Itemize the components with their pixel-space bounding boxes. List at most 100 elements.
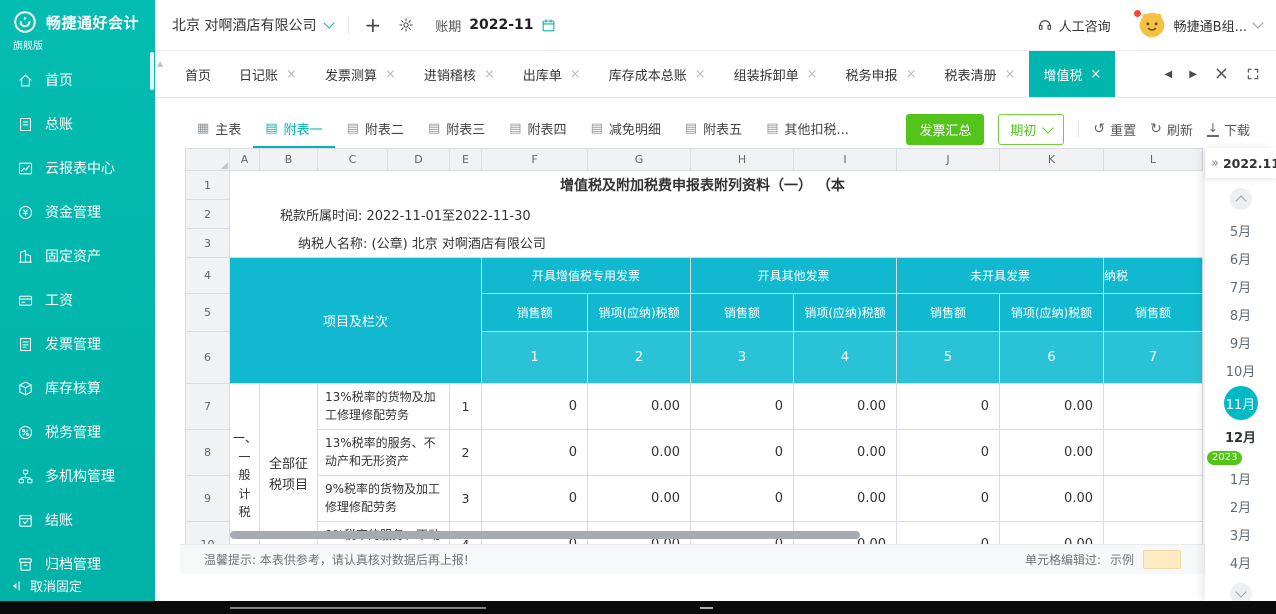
header-group-cell[interactable]: 未开具发票 xyxy=(896,257,1104,294)
header-sub-cell[interactable]: 销售额 xyxy=(481,293,588,332)
value-cell[interactable]: 0.00 xyxy=(999,383,1104,430)
value-cell[interactable] xyxy=(1103,383,1203,430)
add-account-button[interactable]: + xyxy=(364,15,381,35)
line-number-cell[interactable]: 3 xyxy=(449,475,482,522)
value-cell[interactable]: 0.00 xyxy=(999,521,1104,544)
category-cell[interactable]: 一、一般计税 xyxy=(229,383,260,544)
month-item[interactable]: 1月 xyxy=(1205,464,1276,492)
close-icon[interactable]: × xyxy=(1004,67,1015,82)
row-header[interactable]: 7 xyxy=(185,383,230,430)
value-cell[interactable]: 0 xyxy=(896,521,1000,544)
close-icon[interactable]: × xyxy=(570,67,581,82)
sidebar-item-salary[interactable]: 工资 xyxy=(0,278,155,322)
value-cell[interactable]: 0.00 xyxy=(793,429,897,476)
col-header[interactable]: A xyxy=(229,148,260,171)
header-group-cell[interactable]: 纳税 xyxy=(1103,257,1203,294)
row-header[interactable]: 5 xyxy=(185,293,230,332)
col-header[interactable]: C xyxy=(317,148,388,171)
value-cell[interactable]: 0.00 xyxy=(587,383,691,430)
unpin-sidebar-button[interactable]: 取消固定 xyxy=(10,576,82,595)
subtab-main-sheet[interactable]: ▦ 主表 xyxy=(185,110,253,148)
col-header[interactable]: J xyxy=(896,148,1000,171)
row-header[interactable]: 9 xyxy=(185,475,230,522)
close-icon[interactable]: × xyxy=(695,67,706,82)
user-menu[interactable]: 畅捷通B组... xyxy=(1174,16,1264,35)
sidebar-item-funds[interactable]: 资金管理 xyxy=(0,190,155,234)
close-icon[interactable]: × xyxy=(385,67,396,82)
line-number-cell[interactable]: 1 xyxy=(449,383,482,430)
value-cell[interactable]: 0 xyxy=(896,475,1000,522)
close-icon[interactable]: × xyxy=(484,67,495,82)
month-item[interactable]: 5月 xyxy=(1205,216,1276,244)
header-colnum-cell[interactable]: 6 xyxy=(999,331,1104,384)
header-colnum-cell[interactable]: 5 xyxy=(896,331,1000,384)
subtab-schedule-3[interactable]: ▤ 附表三 xyxy=(416,110,497,148)
collapse-panel-icon[interactable]: » xyxy=(1211,156,1219,171)
tab-assembly-order[interactable]: 组装拆卸单 × xyxy=(720,51,832,97)
month-scroll-up[interactable] xyxy=(1229,188,1252,210)
item-name-cell[interactable]: 13%税率的服务、不动产和无形资产 xyxy=(317,429,450,476)
tab-tax-register[interactable]: 税表清册 × xyxy=(930,51,1029,97)
header-colnum-cell[interactable]: 4 xyxy=(793,331,897,384)
col-header[interactable]: L xyxy=(1103,148,1203,171)
value-cell[interactable] xyxy=(1103,429,1203,476)
header-sub-cell[interactable]: 销售额 xyxy=(1103,293,1203,332)
sidebar-item-tax[interactable]: 税务管理 xyxy=(0,410,155,454)
header-item-cell[interactable]: 项目及栏次 xyxy=(229,257,482,384)
refresh-button[interactable]: ↻ 刷新 xyxy=(1150,120,1193,139)
sidebar-item-ledger[interactable]: 总账 xyxy=(0,102,155,146)
period-value[interactable]: 2022-11 xyxy=(469,17,533,33)
download-button[interactable]: ↓ 下载 xyxy=(1206,120,1250,139)
tab-purchase-sale-audit[interactable]: 进销稽核 × xyxy=(410,51,509,97)
sheet-title-cell[interactable]: 增值税及附加税费申报表附列资料（一） （本 xyxy=(229,170,1203,200)
header-sub-cell[interactable]: 销项(应纳)税额 xyxy=(793,293,897,332)
tab-invoice-estimate[interactable]: 发票测算 × xyxy=(311,51,410,97)
subtab-other-deduction[interactable]: ▤ 其他扣税... xyxy=(754,110,861,148)
sidebar-item-invoices[interactable]: 发票管理 xyxy=(0,322,155,366)
col-header[interactable]: E xyxy=(449,148,482,171)
tab-outbound-order[interactable]: 出库单 × xyxy=(509,51,595,97)
value-cell[interactable]: 0.00 xyxy=(793,383,897,430)
month-item[interactable]: 7月 xyxy=(1205,272,1276,300)
subcategory-cell[interactable]: 全部征税项目 xyxy=(259,383,318,544)
header-group-cell[interactable]: 开具增值税专用发票 xyxy=(481,257,691,294)
close-icon[interactable]: × xyxy=(1090,67,1101,82)
month-item[interactable]: 12月 xyxy=(1205,422,1276,450)
reset-button[interactable]: ↺ 重置 xyxy=(1093,120,1136,139)
calendar-icon[interactable] xyxy=(541,18,556,33)
month-item[interactable]: 4月 xyxy=(1205,548,1276,576)
tab-home[interactable]: 首页 xyxy=(171,51,225,97)
row-header[interactable]: 2 xyxy=(185,199,230,229)
value-cell[interactable]: 0 xyxy=(481,383,588,430)
close-icon[interactable]: × xyxy=(807,67,818,82)
month-item[interactable]: 9月 xyxy=(1205,328,1276,356)
tab-scroll-left-icon[interactable]: ◀ xyxy=(1165,69,1173,80)
header-colnum-cell[interactable]: 7 xyxy=(1103,331,1203,384)
close-icon[interactable]: × xyxy=(286,67,297,82)
subtab-schedule-2[interactable]: ▤ 附表二 xyxy=(335,110,416,148)
value-cell[interactable]: 0.00 xyxy=(587,475,691,522)
row-header[interactable]: 4 xyxy=(185,257,230,294)
header-sub-cell[interactable]: 销售额 xyxy=(690,293,794,332)
avatar[interactable] xyxy=(1133,10,1166,39)
value-cell[interactable] xyxy=(1103,521,1203,544)
subtab-schedule-4[interactable]: ▤ 附表四 xyxy=(497,110,578,148)
col-header[interactable]: D xyxy=(387,148,450,171)
invoice-summary-button[interactable]: 发票汇总 xyxy=(906,113,985,145)
value-cell[interactable]: 0 xyxy=(896,429,1000,476)
sheet-period-cell[interactable]: 税款所属时间: 2022-11-01至2022-11-30 xyxy=(229,199,1203,229)
header-colnum-cell[interactable]: 3 xyxy=(690,331,794,384)
close-all-tabs-icon[interactable]: × xyxy=(1214,65,1229,83)
horizontal-scrollbar[interactable] xyxy=(230,531,860,539)
sidebar-item-inventory[interactable]: 库存核算 xyxy=(0,366,155,410)
consult-button[interactable]: 人工咨询 xyxy=(1037,16,1111,35)
sidebar-scrollbar[interactable] xyxy=(150,52,154,90)
col-header[interactable]: I xyxy=(793,148,897,171)
header-sub-cell[interactable]: 销售额 xyxy=(896,293,1000,332)
value-cell[interactable]: 0.00 xyxy=(587,429,691,476)
fullscreen-icon[interactable] xyxy=(1246,67,1260,81)
company-name[interactable]: 北京 对啊酒店有限公司 xyxy=(172,15,316,35)
sheet-taxpayer-cell[interactable]: 纳税人名称: (公章) 北京 对啊酒店有限公司 xyxy=(229,228,1203,258)
value-cell[interactable]: 0.00 xyxy=(999,475,1104,522)
subtab-reduction-detail[interactable]: ▤ 减免明细 xyxy=(579,110,673,148)
